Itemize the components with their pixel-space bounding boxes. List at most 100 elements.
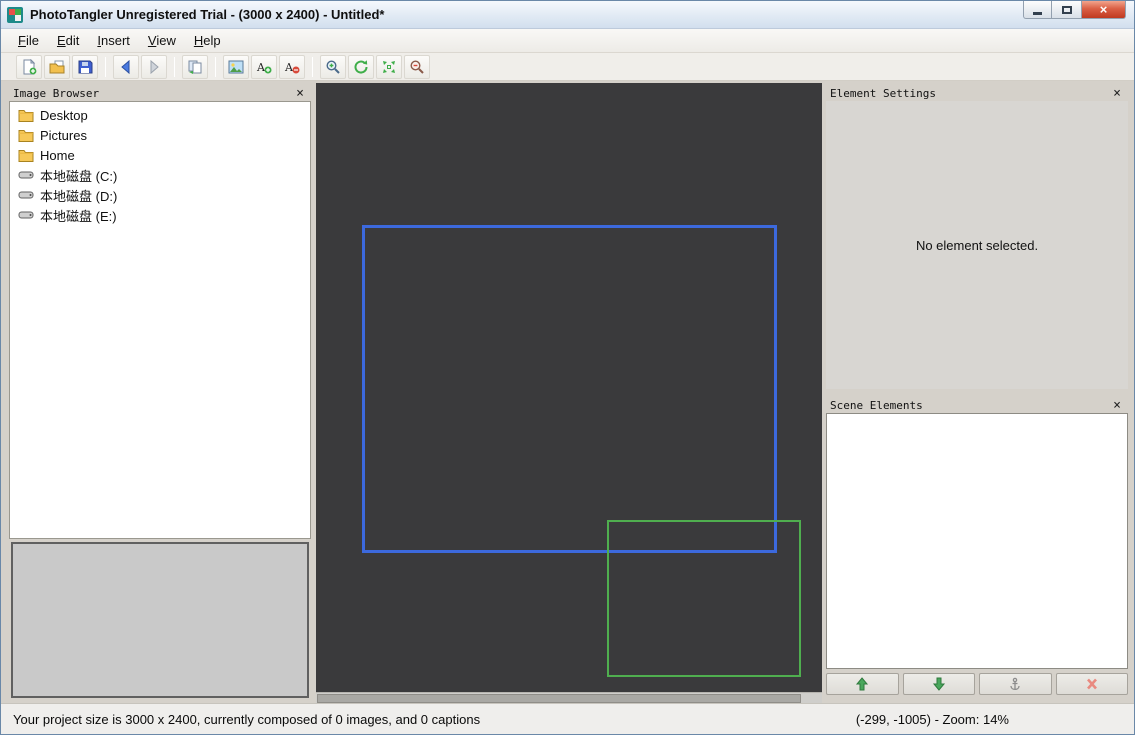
tree-item-desktop[interactable]: Desktop <box>10 105 310 125</box>
delete-element-button[interactable] <box>1055 673 1128 695</box>
tree-item-drive-e[interactable]: 本地磁盘 (E:) <box>10 205 310 225</box>
status-message: Your project size is 3000 x 2400, curren… <box>13 711 481 727</box>
status-position-zoom: (-299, -1005) - Zoom: 14% <box>855 711 1009 727</box>
menu-bar: File Edit Insert View Help <box>1 29 1134 53</box>
app-logo-icon <box>7 6 23 23</box>
status-bar: Your project size is 3000 x 2400, curren… <box>1 703 1134 734</box>
refresh-icon <box>354 59 368 74</box>
zoom-fit-button[interactable] <box>376 54 402 79</box>
remove-caption-icon: A <box>284 61 300 74</box>
image-preview-box <box>11 542 309 698</box>
svg-text:A: A <box>284 61 294 74</box>
element-settings-header: Element Settings × <box>826 85 1128 101</box>
delete-x-icon <box>1086 678 1097 690</box>
tree-item-drive-c[interactable]: 本地磁盘 (C:) <box>10 165 310 185</box>
arrow-down-icon <box>932 677 945 691</box>
toolbar-separator <box>105 56 106 77</box>
element-settings-title: Element Settings <box>830 86 936 100</box>
drive-icon <box>18 211 34 219</box>
menu-edit[interactable]: Edit <box>48 30 88 51</box>
scene-elements-list[interactable] <box>826 413 1128 669</box>
image-browser-header: Image Browser × <box>9 85 311 101</box>
maximize-button[interactable] <box>1052 1 1081 19</box>
element-settings-body: No element selected. <box>826 101 1128 389</box>
remove-caption-button[interactable]: A <box>279 54 305 79</box>
scene-elements-header: Scene Elements × <box>826 397 1128 413</box>
forward-arrow-icon <box>150 59 159 74</box>
close-window-button[interactable]: × <box>1081 1 1126 19</box>
back-button[interactable] <box>113 54 139 79</box>
open-folder-icon <box>49 60 65 73</box>
arrow-up-icon <box>856 677 869 691</box>
zoom-in-button[interactable] <box>320 54 346 79</box>
toolbar-separator <box>215 56 216 77</box>
element-settings-close-button[interactable]: × <box>1110 86 1124 100</box>
menu-insert[interactable]: Insert <box>88 30 139 51</box>
folder-icon <box>18 150 34 162</box>
forward-button[interactable] <box>141 54 167 79</box>
tree-item-label: Home <box>40 147 75 163</box>
minimize-button[interactable] <box>1023 1 1052 19</box>
fit-view-icon <box>383 60 395 73</box>
save-floppy-icon <box>78 60 93 73</box>
title-bar[interactable]: PhotoTangler Unregistered Trial - (3000 … <box>1 1 1134 29</box>
add-caption-icon: A <box>256 61 272 74</box>
scene-elements-title: Scene Elements <box>830 398 923 412</box>
close-icon: × <box>1099 2 1108 17</box>
duplicate-button[interactable] <box>182 54 208 79</box>
toolbar-separator <box>312 56 313 77</box>
menu-view[interactable]: View <box>139 30 185 51</box>
tree-item-label: Pictures <box>40 127 87 143</box>
zoom-in-icon <box>326 59 340 74</box>
anchor-button[interactable] <box>979 673 1052 695</box>
image-browser-title: Image Browser <box>13 86 100 100</box>
menu-help[interactable]: Help <box>185 30 230 51</box>
scene-elements-close-button[interactable]: × <box>1110 398 1124 412</box>
move-down-button[interactable] <box>902 673 975 695</box>
back-arrow-icon <box>121 59 130 74</box>
maximize-icon <box>1061 5 1072 14</box>
tree-item-home[interactable]: Home <box>10 145 310 165</box>
anchor-icon <box>1010 677 1020 691</box>
image-browser-tree: Desktop Pictures Home 本地磁盘 (C:) 本地磁盘 (D:… <box>9 101 311 539</box>
minimize-icon <box>1033 12 1042 15</box>
tree-item-label: 本地磁盘 (C:) <box>40 168 118 184</box>
tree-item-pictures[interactable]: Pictures <box>10 125 310 145</box>
folder-icon <box>18 130 34 142</box>
picture-icon <box>228 60 244 73</box>
duplicate-pages-icon <box>188 60 202 74</box>
menu-file[interactable]: File <box>9 30 48 51</box>
drive-icon <box>18 191 34 199</box>
add-caption-button[interactable]: A <box>251 54 277 79</box>
toolbar: A A <box>1 53 1134 81</box>
project-boundary <box>362 225 777 553</box>
move-up-button[interactable] <box>826 673 899 695</box>
tree-item-label: 本地磁盘 (E:) <box>40 208 117 224</box>
window-controls: × <box>1023 1 1126 19</box>
zoom-out-button[interactable] <box>404 54 430 79</box>
tree-item-drive-d[interactable]: 本地磁盘 (D:) <box>10 185 310 205</box>
drive-icon <box>18 171 34 179</box>
new-page-icon <box>23 58 37 74</box>
element-frame[interactable] <box>607 520 801 677</box>
new-project-button[interactable] <box>16 54 42 79</box>
main-area: Image Browser × Desktop Pictures Home 本地… <box>1 81 1134 703</box>
zoom-out-icon <box>410 59 424 74</box>
svg-text:A: A <box>256 61 266 74</box>
horizontal-scrollbar[interactable] <box>316 692 822 703</box>
folder-icon <box>18 110 34 122</box>
save-project-button[interactable] <box>72 54 98 79</box>
toolbar-separator <box>174 56 175 77</box>
tree-item-label: 本地磁盘 (D:) <box>40 188 118 204</box>
app-window: PhotoTangler Unregistered Trial - (3000 … <box>0 0 1135 735</box>
scene-elements-buttons <box>826 673 1128 697</box>
tree-item-label: Desktop <box>40 107 88 123</box>
no-element-message: No element selected. <box>915 237 1039 253</box>
window-title: PhotoTangler Unregistered Trial - (3000 … <box>30 7 385 22</box>
scrollbar-thumb[interactable] <box>317 694 801 703</box>
open-project-button[interactable] <box>44 54 70 79</box>
refresh-button[interactable] <box>348 54 374 79</box>
image-browser-close-button[interactable]: × <box>293 86 307 100</box>
insert-image-button[interactable] <box>223 54 249 79</box>
canvas[interactable] <box>316 83 822 703</box>
